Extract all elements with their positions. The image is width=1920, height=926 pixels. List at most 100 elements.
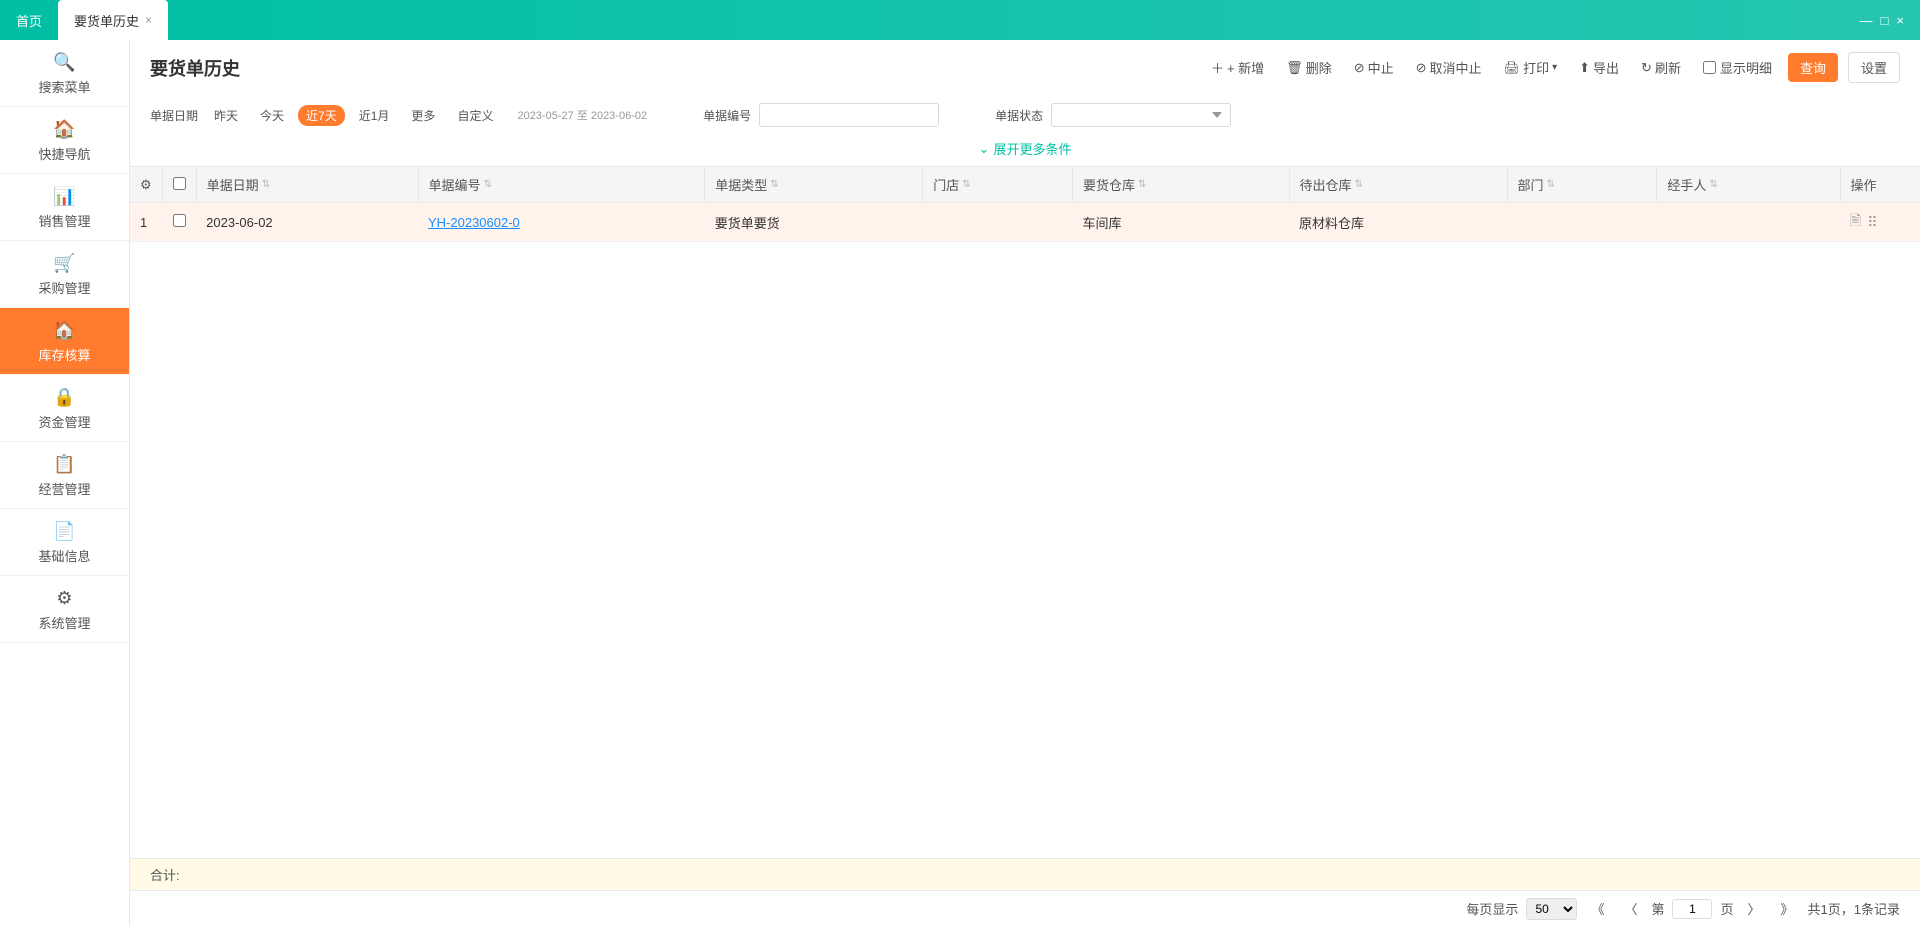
filter-custom[interactable]: 自定义 [449,105,501,126]
next-page-btn[interactable]: 〉 [1742,897,1767,920]
page-header: 要货单历史 ＋ + 新增 🗑 删除 ⊘ 中止 [130,40,1920,167]
quick-nav-icon: 🏠 [53,119,75,140]
th-pending-warehouse-sort-icon[interactable]: ⇅ [1355,179,1363,190]
sidebar-item-label-operations: 经营管理 [38,479,90,498]
delete-button[interactable]: 🗑 删除 [1280,54,1338,81]
page-input[interactable] [1672,899,1712,919]
table-container: ⚙ 单据日期 ⇅ 单据编号 [130,167,1920,858]
th-order-no-sort-icon[interactable]: ⇅ [484,179,492,190]
expand-more-btn[interactable]: ⌄ 展开更多条件 [150,135,1900,166]
refresh-button[interactable]: ↻ 刷新 [1635,54,1687,81]
delete-icon: 🗑 [1286,60,1303,76]
content-area: 要货单历史 ＋ + 新增 🗑 删除 ⊘ 中止 [130,40,1920,926]
th-handler: 经手人 ⇅ [1657,167,1840,203]
th-department: 部门 ⇅ [1507,167,1657,203]
th-handler-sort-icon[interactable]: ⇅ [1709,179,1717,190]
print-button[interactable]: 🖨 打印 ▾ [1498,54,1564,81]
sidebar-item-label-purchase: 采购管理 [38,278,90,297]
filter-yesterday[interactable]: 昨天 [206,105,246,126]
maximize-icon[interactable]: □ [1881,13,1889,28]
th-order-type-label: 单据类型 [715,175,767,194]
close-window-icon[interactable]: × [1896,13,1904,28]
new-button[interactable]: ＋ + 新增 [1205,54,1270,81]
display-detail-checkbox[interactable] [1703,61,1716,74]
tab-close-icon[interactable]: × [145,13,152,27]
more-action-icon[interactable]: ⠿ [1867,214,1877,231]
th-department-sort-icon[interactable]: ⇅ [1547,179,1555,190]
settings-icon[interactable]: ⚙ [140,177,152,192]
sidebar-item-operations[interactable]: 📋 经营管理 [0,442,129,509]
th-store-sort-icon[interactable]: ⇅ [962,179,970,190]
stop-button[interactable]: ⊘ 中止 [1348,54,1400,81]
delete-label: 删除 [1306,58,1332,77]
td-pending-warehouse: 原材料仓库 [1289,203,1507,242]
date-filter-group: 单据日期 昨天 今天 近7天 近1月 更多 自定义 [150,105,501,126]
row-checkbox[interactable] [173,214,186,227]
display-detail-toggle[interactable]: 显示明细 [1697,54,1778,81]
th-order-no: 单据编号 ⇅ [418,167,705,203]
sidebar-item-quick-nav[interactable]: 🏠 快捷导航 [0,107,129,174]
filter-more[interactable]: 更多 [403,105,443,126]
sidebar-item-basic-info[interactable]: 📄 基础信息 [0,509,129,576]
tab-order-history-label: 要货单历史 [74,11,139,30]
sidebar-item-purchase[interactable]: 🛒 采购管理 [0,241,129,308]
tab-order-history[interactable]: 要货单历史 × [58,0,168,40]
sidebar-item-finance[interactable]: 🔒 资金管理 [0,375,129,442]
last-page-btn[interactable]: 》 [1775,897,1800,920]
per-page-select[interactable]: 50 20 100 200 [1526,898,1577,920]
refresh-icon: ↻ [1641,60,1652,76]
filter-row-1: 单据日期 昨天 今天 近7天 近1月 更多 自定义 2023-05- [150,103,1900,127]
export-label: 导出 [1593,58,1619,77]
order-no-filter-group: 单据编号 [703,103,939,127]
prev-page-btn[interactable]: 〈 [1618,897,1643,920]
sidebar-item-inventory[interactable]: 🏠 库存核算 [0,308,129,375]
cancel-stop-button[interactable]: ⊘ 取消中止 [1410,54,1488,81]
row-order-no[interactable]: YH-20230602-0 [428,215,520,230]
basic-info-icon: 📄 [53,521,75,542]
sidebar-item-sales[interactable]: 📊 销售管理 [0,174,129,241]
sidebar-item-search-menu[interactable]: 🔍 搜索菜单 [0,40,129,107]
filter-last7days[interactable]: 近7天 [298,105,345,126]
export-button[interactable]: ⬆ 导出 [1573,54,1625,81]
inventory-icon: 🏠 [53,320,75,341]
filter-last1month[interactable]: 近1月 [351,105,398,126]
td-checkbox [162,203,196,242]
th-order-type-sort-icon[interactable]: ⇅ [770,179,778,190]
settings-button[interactable]: 设置 [1848,52,1900,83]
print-dropdown-icon: ▾ [1552,62,1557,73]
row-req-warehouse: 车间库 [1083,216,1122,231]
th-date-sort-icon[interactable]: ⇅ [262,179,270,190]
th-req-warehouse-label: 要货仓库 [1083,175,1135,194]
new-icon: ＋ [1211,58,1224,77]
sidebar: 🔍 搜索菜单 🏠 快捷导航 📊 销售管理 🛒 采购管理 🏠 库存核算 🔒 资金管… [0,40,130,926]
select-all-checkbox[interactable] [173,177,186,190]
row-date: 2023-06-02 [206,215,273,230]
table-row: 1 2023-06-02 YH-20230602-0 要货单要货 [130,203,1920,242]
window-controls: — □ × [1860,13,1920,28]
tab-home[interactable]: 首页 [0,0,58,40]
query-button[interactable]: 查询 [1788,53,1838,82]
filter-today[interactable]: 今天 [252,105,292,126]
first-page-btn[interactable]: 《 [1585,897,1610,920]
settings-label: 设置 [1861,58,1887,77]
view-action-icon[interactable]: 🖹 [1850,210,1861,234]
order-no-input[interactable] [759,103,939,127]
td-settings: 1 [130,203,162,242]
td-order-no: YH-20230602-0 [418,203,705,242]
footer-summary: 合计: [130,858,1920,890]
sidebar-item-system[interactable]: ⚙ 系统管理 [0,576,129,643]
row-actions: 🖹 ⠿ [1850,210,1910,234]
filter-area: 单据日期 昨天 今天 近7天 近1月 更多 自定义 2023-05- [150,93,1900,166]
expand-icon: ⌄ [979,141,990,157]
th-req-warehouse-sort-icon[interactable]: ⇅ [1138,179,1146,190]
th-pending-warehouse-label: 待出仓库 [1300,175,1352,194]
th-date-label: 单据日期 [207,175,259,194]
purchase-icon: 🛒 [53,253,75,274]
sidebar-item-label-quick-nav: 快捷导航 [38,144,90,163]
minimize-icon[interactable]: — [1860,13,1873,28]
row-order-type: 要货单要货 [715,216,780,231]
cancel-stop-label: 取消中止 [1430,58,1482,77]
page-prefix: 第 [1651,899,1664,918]
th-checkbox [162,167,196,203]
status-select[interactable] [1051,103,1231,127]
